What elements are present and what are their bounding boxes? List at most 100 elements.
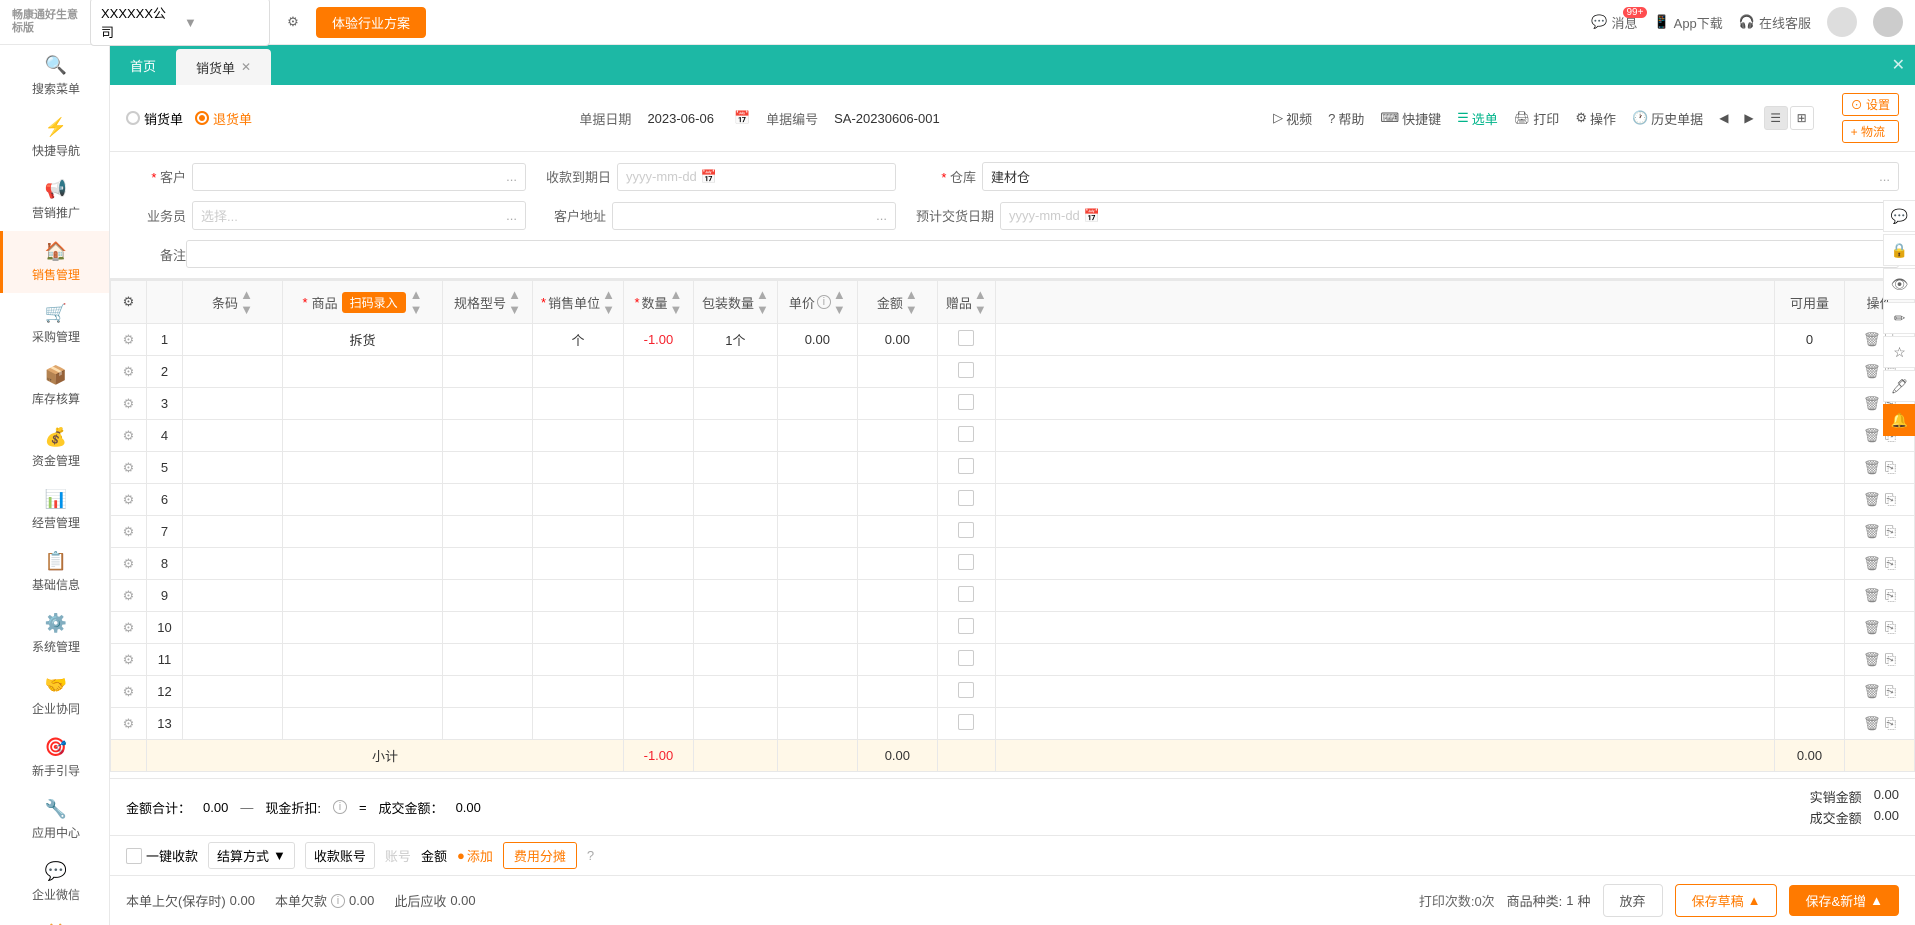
sidebar-item-finance[interactable]: 💰 资金管理: [0, 417, 109, 479]
checkbox[interactable]: [958, 458, 974, 474]
scan-button[interactable]: 扫码录入: [342, 292, 406, 313]
row1-delete-icon[interactable]: 🗑: [1863, 331, 1881, 348]
settings-cell[interactable]: ⚙: [111, 356, 147, 388]
remark-input[interactable]: [186, 240, 1899, 268]
checkbox[interactable]: [958, 554, 974, 570]
delete-icon[interactable]: 🗑: [1863, 395, 1881, 412]
delete-icon[interactable]: 🗑: [1863, 459, 1881, 476]
th-amount[interactable]: 金额 ▲▼: [857, 281, 937, 324]
payment-due-calendar-icon[interactable]: 📅: [701, 169, 717, 185]
th-gift[interactable]: 赠品 ▲▼: [937, 281, 995, 324]
delete-icon[interactable]: 🗑: [1863, 651, 1881, 668]
customer-input[interactable]: ...: [192, 163, 526, 191]
row1-gift[interactable]: [937, 324, 995, 356]
delete-icon[interactable]: 🗑: [1863, 427, 1881, 444]
row1-barcode[interactable]: [183, 324, 283, 356]
select-order-button[interactable]: ☰ 选单: [1451, 107, 1504, 130]
payment-due-input[interactable]: yyyy-mm-dd 📅: [617, 163, 896, 191]
th-product[interactable]: * 商品 扫码录入 ▲▼: [283, 281, 443, 324]
save-draft-button[interactable]: 保存草稿 ▲: [1675, 884, 1778, 917]
price-info-icon[interactable]: i: [817, 295, 831, 309]
app-download-button[interactable]: 📱 App下载: [1653, 13, 1722, 32]
checkbox[interactable]: [958, 394, 974, 410]
delete-icon[interactable]: 🗑: [1863, 619, 1881, 636]
delete-icon[interactable]: 🗑: [1863, 363, 1881, 380]
float-lock-button[interactable]: 🔒: [1883, 234, 1915, 266]
row1-price[interactable]: 0.00: [777, 324, 857, 356]
tab-home[interactable]: 首页: [110, 45, 176, 85]
checkbox[interactable]: [958, 618, 974, 634]
sidebar-item-appstore[interactable]: 🔧 应用中心: [0, 789, 109, 851]
th-unit[interactable]: * 销售单位 ▲▼: [533, 281, 624, 324]
history-button[interactable]: 🕐 历史单据: [1626, 107, 1709, 130]
delete-icon[interactable]: 🗑: [1863, 715, 1881, 732]
video-button[interactable]: ▷ 视频: [1267, 107, 1318, 130]
copy-icon[interactable]: ⎘: [1885, 651, 1896, 668]
add-payment-button[interactable]: ● 添加: [457, 846, 493, 865]
customer-addr-input[interactable]: ...: [612, 202, 896, 230]
sidebar-item-operations[interactable]: 📊 经营管理: [0, 479, 109, 541]
action-button[interactable]: ⚙ 操作: [1569, 107, 1622, 130]
th-spec[interactable]: 规格型号 ▲▼: [443, 281, 533, 324]
checkbox[interactable]: [958, 426, 974, 442]
th-pkg[interactable]: 包装数量 ▲▼: [693, 281, 777, 324]
pay-method-selector[interactable]: 结算方式 ▼: [208, 842, 295, 869]
th-settings[interactable]: ⚙: [111, 281, 147, 324]
sidebar-item-enterprise[interactable]: 🤝 企业协同: [0, 665, 109, 727]
company-selector[interactable]: XXXXXX公司 ▼: [90, 0, 270, 46]
checkbox[interactable]: [958, 490, 974, 506]
copy-icon[interactable]: ⎘: [1885, 491, 1896, 508]
trial-button[interactable]: 体验行业方案: [316, 7, 426, 38]
message-button[interactable]: 💬 消息 99+: [1591, 13, 1637, 32]
sidebar-item-vip[interactable]: 👑 畅会员: [0, 913, 109, 925]
row1-amount[interactable]: 0.00: [857, 324, 937, 356]
warehouse-input[interactable]: 建材仓 ...: [982, 162, 1899, 191]
row1-unit[interactable]: 个: [533, 324, 624, 356]
float-chat-button[interactable]: 💬: [1883, 200, 1915, 232]
view-grid-button[interactable]: ⊞: [1790, 106, 1814, 130]
avatar[interactable]: [1827, 7, 1857, 37]
product-kind[interactable]: 商品种类: 1 种: [1507, 891, 1591, 910]
row1-qty[interactable]: -1.00: [623, 324, 693, 356]
debt-info-icon[interactable]: i: [331, 894, 345, 908]
delete-icon[interactable]: 🗑: [1863, 587, 1881, 604]
shortcut-button[interactable]: ⌨ 快捷键: [1374, 107, 1447, 130]
delete-icon[interactable]: 🗑: [1863, 523, 1881, 540]
delivery-calendar-icon[interactable]: 📅: [1084, 208, 1100, 224]
salesperson-input[interactable]: 选择... ...: [192, 201, 526, 230]
checkbox[interactable]: [958, 714, 974, 730]
view-list-button[interactable]: ☰: [1764, 106, 1788, 130]
sidebar-item-basic[interactable]: 📋 基础信息: [0, 541, 109, 603]
float-alert-button[interactable]: 🔔: [1883, 404, 1915, 436]
delivery-date-input[interactable]: yyyy-mm-dd 📅: [1000, 202, 1899, 230]
sidebar-item-system[interactable]: ⚙️ 系统管理: [0, 603, 109, 665]
print-button[interactable]: 🖨 打印: [1508, 107, 1566, 130]
discard-button[interactable]: 放弃: [1603, 884, 1663, 917]
sidebar-item-shortcuts[interactable]: ⚡ 快捷导航: [0, 107, 109, 169]
nav-prev-button[interactable]: ◀: [1713, 109, 1734, 127]
column-settings-button[interactable]: ⊙ 设置: [1842, 93, 1899, 116]
checkbox[interactable]: [958, 586, 974, 602]
copy-icon[interactable]: ⎘: [1885, 715, 1896, 732]
logistics-button[interactable]: + 物流: [1842, 120, 1899, 143]
th-qty[interactable]: * 数量 ▲▼: [623, 281, 693, 324]
one-click-checkbox[interactable]: [126, 848, 142, 864]
row1-product[interactable]: 拆货: [283, 324, 443, 356]
calendar-icon[interactable]: 📅: [734, 110, 750, 126]
delete-icon[interactable]: 🗑: [1863, 555, 1881, 572]
avatar-dropdown[interactable]: [1873, 7, 1903, 37]
float-pen-button[interactable]: 🖊: [1883, 370, 1915, 402]
row1-spec[interactable]: [443, 324, 533, 356]
save-new-button[interactable]: 保存&新增 ▲: [1789, 885, 1899, 916]
radio-sales[interactable]: 销货单: [126, 109, 183, 128]
delete-icon[interactable]: 🗑: [1863, 491, 1881, 508]
th-price[interactable]: 单价 i ▲▼: [777, 281, 857, 324]
float-eye-button[interactable]: 👁: [1883, 268, 1915, 300]
copy-icon[interactable]: ⎘: [1885, 619, 1896, 636]
settings-icon[interactable]: ⚙: [278, 7, 308, 37]
row1-remark[interactable]: [995, 324, 1774, 356]
copy-icon[interactable]: ⎘: [1885, 683, 1896, 700]
row1-gift-checkbox[interactable]: [958, 330, 974, 346]
copy-icon[interactable]: ⎘: [1885, 459, 1896, 476]
copy-icon[interactable]: ⎘: [1885, 523, 1896, 540]
